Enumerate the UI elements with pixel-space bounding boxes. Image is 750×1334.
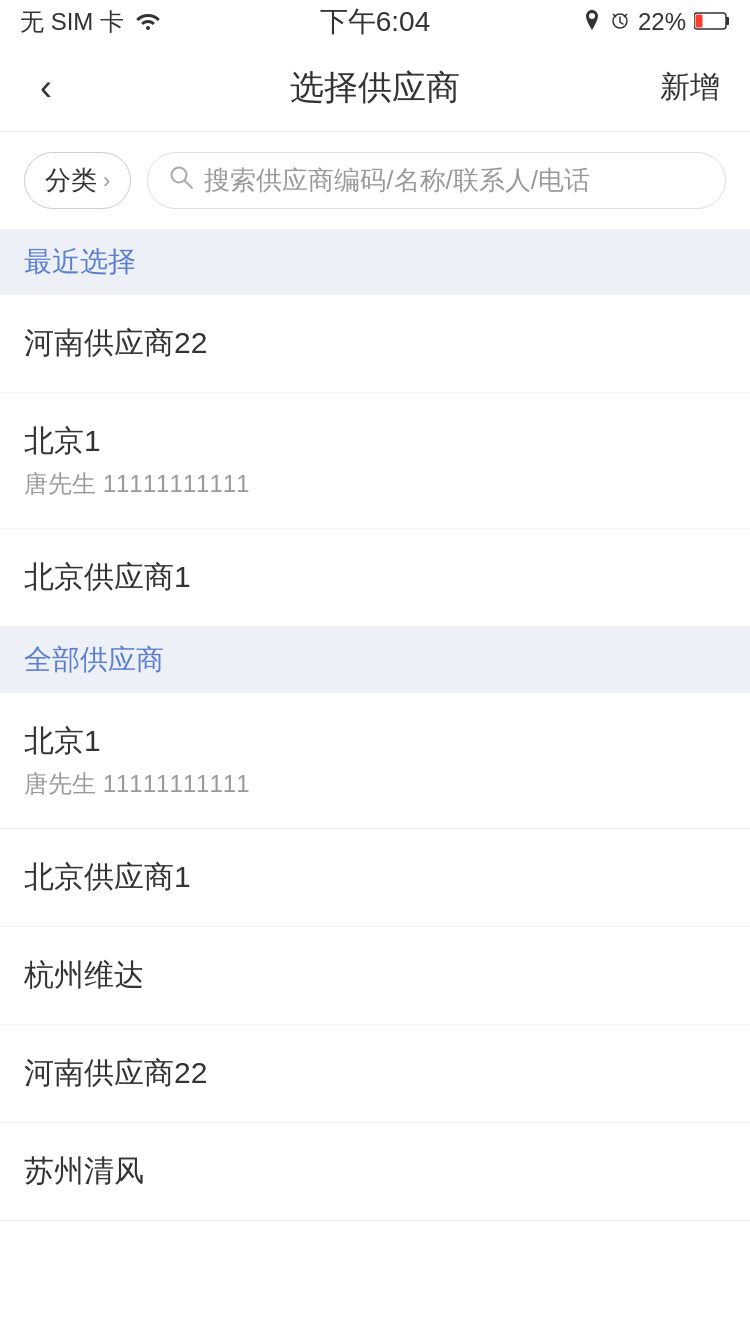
back-button[interactable]: ‹ (30, 57, 62, 119)
all-section-label: 全部供应商 (24, 644, 164, 675)
item-detail: 唐先生 11111111111 (24, 468, 726, 500)
wifi-icon (134, 8, 162, 36)
list-item[interactable]: 杭州维达 (0, 927, 750, 1025)
battery-icon (694, 8, 730, 36)
item-name: 北京供应商1 (24, 557, 726, 598)
list-item[interactable]: 河南供应商22 (0, 1025, 750, 1123)
recent-section-header: 最近选择 (0, 229, 750, 295)
filter-bar: 分类 › 搜索供应商编码/名称/联系人/电话 (0, 132, 750, 229)
list-item[interactable]: 北京供应商1 (0, 829, 750, 927)
list-item[interactable]: 北京1 唐先生 11111111111 (0, 393, 750, 529)
list-item[interactable]: 河南供应商22 (0, 295, 750, 393)
svg-line-5 (185, 181, 193, 189)
item-name: 杭州维达 (24, 955, 726, 996)
recent-section-label: 最近选择 (24, 246, 136, 277)
svg-rect-2 (726, 17, 729, 25)
category-label: 分类 (45, 163, 97, 198)
status-bar-left: 无 SIM 卡 (20, 6, 162, 38)
item-name: 北京1 (24, 721, 726, 762)
list-item[interactable]: 苏州清风 (0, 1123, 750, 1221)
item-name: 北京供应商1 (24, 857, 726, 898)
status-bar: 无 SIM 卡 下午6:04 22% (0, 0, 750, 44)
nav-bar: ‹ 选择供应商 新增 (0, 44, 750, 132)
all-items-list: 北京1 唐先生 11111111111 北京供应商1 杭州维达河南供应商22 苏州清风 (0, 693, 750, 1221)
status-bar-right: 22% (582, 8, 730, 36)
alarm-icon (610, 8, 630, 36)
svg-rect-3 (696, 15, 703, 28)
add-button[interactable]: 新增 (660, 67, 720, 108)
category-filter-button[interactable]: 分类 › (24, 152, 131, 209)
page-title: 选择供应商 (290, 65, 460, 111)
no-sim-text: 无 SIM 卡 (20, 6, 124, 38)
item-detail: 唐先生 11111111111 (24, 768, 726, 800)
search-icon (168, 164, 194, 197)
list-item[interactable]: 北京1 唐先生 11111111111 (0, 693, 750, 829)
list-item[interactable]: 北京供应商1 (0, 529, 750, 627)
item-name: 北京1 (24, 421, 726, 462)
status-bar-time: 下午6:04 (320, 3, 431, 41)
chevron-right-icon: › (103, 168, 110, 194)
search-placeholder: 搜索供应商编码/名称/联系人/电话 (204, 163, 590, 198)
item-name: 河南供应商22 (24, 323, 726, 364)
all-section-header: 全部供应商 (0, 627, 750, 693)
item-name: 河南供应商22 (24, 1053, 726, 1094)
location-icon (582, 8, 602, 36)
item-name: 苏州清风 (24, 1151, 726, 1192)
search-box[interactable]: 搜索供应商编码/名称/联系人/电话 (147, 152, 726, 209)
battery-text: 22% (638, 8, 686, 36)
recent-items-list: 河南供应商22 北京1 唐先生 11111111111 北京供应商1 (0, 295, 750, 627)
